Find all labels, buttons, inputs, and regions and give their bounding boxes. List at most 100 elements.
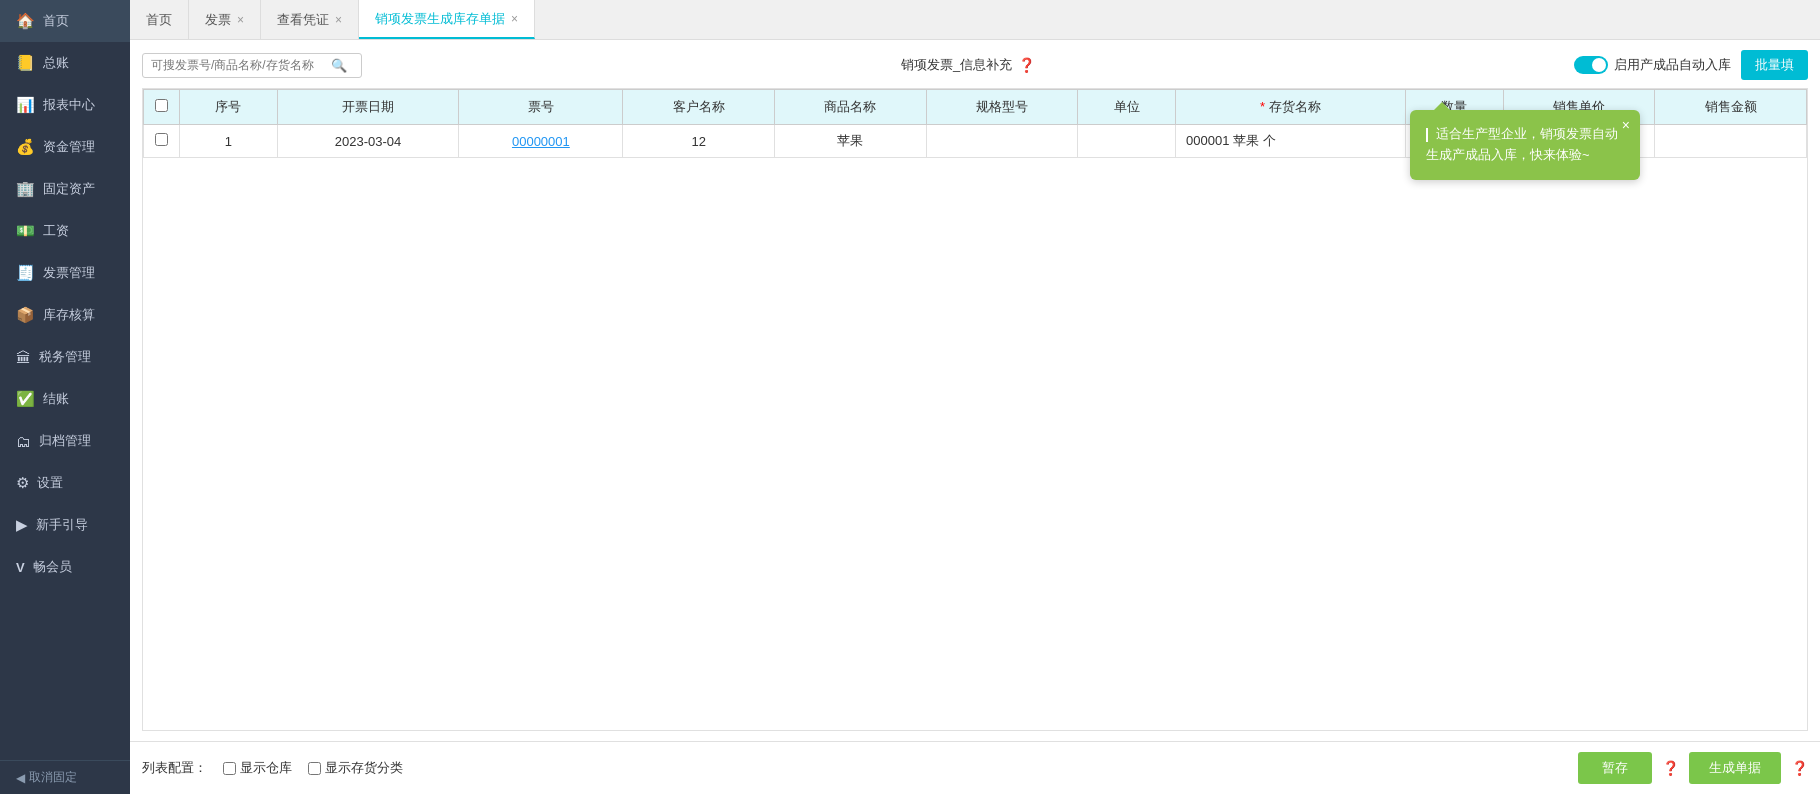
auto-import-toggle[interactable] bbox=[1574, 56, 1608, 74]
tab-home[interactable]: 首页 bbox=[130, 0, 189, 39]
row-unit bbox=[1078, 125, 1176, 158]
generate-help-icon[interactable]: ❓ bbox=[1791, 760, 1808, 776]
sidebar-item-tax[interactable]: 🏛 税务管理 bbox=[0, 336, 130, 378]
toolbar: 🔍 销项发票_信息补充 ❓ 启用产成品自动入库 批量填 bbox=[142, 50, 1808, 80]
select-all-checkbox[interactable] bbox=[155, 99, 168, 112]
sidebar-item-ledger-label: 总账 bbox=[43, 54, 69, 72]
bottom-left: 列表配置： 显示仓库 显示存货分类 bbox=[142, 759, 403, 777]
sidebar-item-member[interactable]: V 畅会员 bbox=[0, 546, 130, 588]
main-content: 首页 发票 × 查看凭证 × 销项发票生成库存单据 × 🔍 销项发票_信息补充 bbox=[130, 0, 1820, 794]
tooltip-popup: 适合生产型企业，销项发票自动生成产成品入库，快来体验~ × bbox=[1410, 110, 1640, 180]
tab-invoice[interactable]: 发票 × bbox=[189, 0, 261, 39]
tooltip-close-button[interactable]: × bbox=[1622, 118, 1630, 132]
row-date: 2023-03-04 bbox=[277, 125, 459, 158]
sidebar-item-ledger[interactable]: 📒 总账 bbox=[0, 42, 130, 84]
toggle-wrap: 启用产成品自动入库 bbox=[1574, 56, 1731, 74]
sidebar-item-settings[interactable]: ⚙ 设置 bbox=[0, 462, 130, 504]
funds-icon: 💰 bbox=[16, 138, 35, 156]
show-warehouse-text: 显示仓库 bbox=[240, 759, 292, 777]
guide-icon: ▶ bbox=[16, 516, 28, 534]
bottom-bar: 列表配置： 显示仓库 显示存货分类 暂存 ❓ 生成单据 ❓ bbox=[130, 741, 1820, 794]
sidebar-item-assets[interactable]: 🏢 固定资产 bbox=[0, 168, 130, 210]
tooltip-text: 适合生产型企业，销项发票自动生成产成品入库，快来体验~ bbox=[1426, 126, 1618, 162]
config-label: 列表配置： bbox=[142, 759, 207, 777]
row-amount bbox=[1655, 125, 1807, 158]
home-icon: 🏠 bbox=[16, 12, 35, 30]
row-spec bbox=[926, 125, 1078, 158]
sidebar-item-guide-label: 新手引导 bbox=[36, 516, 88, 534]
sidebar-item-tax-label: 税务管理 bbox=[39, 348, 91, 366]
info-help-icon[interactable]: ❓ bbox=[1018, 57, 1035, 73]
sidebar-item-invoice-mgmt[interactable]: 🧾 发票管理 bbox=[0, 252, 130, 294]
sidebar-item-member-label: 畅会员 bbox=[33, 558, 72, 576]
row-goods: 苹果 bbox=[774, 125, 926, 158]
data-table-wrap: 序号 开票日期 票号 客户名称 商品名称 规格型号 单位 存货名称 数量 销售单… bbox=[142, 88, 1808, 731]
batch-fill-button[interactable]: 批量填 bbox=[1741, 50, 1808, 80]
th-date: 开票日期 bbox=[277, 90, 459, 125]
sidebar-item-home-label: 首页 bbox=[43, 12, 69, 30]
search-input[interactable] bbox=[151, 58, 331, 72]
bottom-right: 暂存 ❓ 生成单据 ❓ bbox=[1578, 752, 1808, 784]
row-stock-name[interactable]: 000001 苹果 个 bbox=[1176, 125, 1406, 158]
sidebar-item-archive[interactable]: 🗂 归档管理 bbox=[0, 420, 130, 462]
sidebar-item-guide[interactable]: ▶ 新手引导 bbox=[0, 504, 130, 546]
toolbar-left: 🔍 bbox=[142, 53, 362, 78]
show-warehouse-label[interactable]: 显示仓库 bbox=[223, 759, 292, 777]
tab-stock-form[interactable]: 销项发票生成库存单据 × bbox=[359, 0, 535, 39]
cancel-fixed-label: 取消固定 bbox=[29, 769, 77, 786]
tab-invoice-label: 发票 bbox=[205, 11, 231, 29]
save-help-icon[interactable]: ❓ bbox=[1662, 760, 1679, 776]
sidebar-item-payroll[interactable]: 💵 工资 bbox=[0, 210, 130, 252]
tab-home-label: 首页 bbox=[146, 11, 172, 29]
tab-stock-form-close[interactable]: × bbox=[511, 12, 518, 26]
th-stock-name: 存货名称 bbox=[1176, 90, 1406, 125]
member-icon: V bbox=[16, 560, 25, 575]
sidebar-item-funds-label: 资金管理 bbox=[43, 138, 95, 156]
tax-icon: 🏛 bbox=[16, 349, 31, 366]
sidebar-item-home[interactable]: 🏠 首页 bbox=[0, 0, 130, 42]
sidebar-item-reports-label: 报表中心 bbox=[43, 96, 95, 114]
reports-icon: 📊 bbox=[16, 96, 35, 114]
generate-button[interactable]: 生成单据 bbox=[1689, 752, 1781, 784]
th-checkbox bbox=[144, 90, 180, 125]
sidebar-item-funds[interactable]: 💰 资金管理 bbox=[0, 126, 130, 168]
tab-voucher-label: 查看凭证 bbox=[277, 11, 329, 29]
show-category-checkbox[interactable] bbox=[308, 762, 321, 775]
row-checkbox-cell bbox=[144, 125, 180, 158]
show-category-label[interactable]: 显示存货分类 bbox=[308, 759, 403, 777]
sidebar-item-inventory-label: 库存核算 bbox=[43, 306, 95, 324]
cancel-fixed-button[interactable]: ◀ 取消固定 bbox=[0, 760, 130, 794]
th-seq: 序号 bbox=[180, 90, 278, 125]
sidebar-item-settlement[interactable]: ✅ 结账 bbox=[0, 378, 130, 420]
sidebar-item-assets-label: 固定资产 bbox=[43, 180, 95, 198]
sidebar: 🏠 首页 📒 总账 📊 报表中心 💰 资金管理 🏢 固定资产 💵 工资 🧾 发票… bbox=[0, 0, 130, 794]
tab-invoice-close[interactable]: × bbox=[237, 13, 244, 27]
toggle-label: 启用产成品自动入库 bbox=[1614, 56, 1731, 74]
sidebar-item-reports[interactable]: 📊 报表中心 bbox=[0, 84, 130, 126]
invoice-mgmt-icon: 🧾 bbox=[16, 264, 35, 282]
row-checkbox[interactable] bbox=[155, 133, 168, 146]
sidebar-item-payroll-label: 工资 bbox=[43, 222, 69, 240]
row-number[interactable]: 00000001 bbox=[459, 125, 623, 158]
ledger-icon: 📒 bbox=[16, 54, 35, 72]
settlement-icon: ✅ bbox=[16, 390, 35, 408]
save-button[interactable]: 暂存 bbox=[1578, 752, 1652, 784]
payroll-icon: 💵 bbox=[16, 222, 35, 240]
sidebar-item-inventory[interactable]: 📦 库存核算 bbox=[0, 294, 130, 336]
th-customer: 客户名称 bbox=[623, 90, 775, 125]
toolbar-right: 启用产成品自动入库 批量填 bbox=[1574, 50, 1808, 80]
tab-voucher-close[interactable]: × bbox=[335, 13, 342, 27]
th-amount: 销售金额 bbox=[1655, 90, 1807, 125]
show-category-text: 显示存货分类 bbox=[325, 759, 403, 777]
search-box[interactable]: 🔍 bbox=[142, 53, 362, 78]
unpin-icon: ◀ bbox=[16, 771, 25, 785]
tab-voucher[interactable]: 查看凭证 × bbox=[261, 0, 359, 39]
inventory-icon: 📦 bbox=[16, 306, 35, 324]
show-warehouse-checkbox[interactable] bbox=[223, 762, 236, 775]
th-goods: 商品名称 bbox=[774, 90, 926, 125]
row-seq: 1 bbox=[180, 125, 278, 158]
row-customer: 12 bbox=[623, 125, 775, 158]
info-label: 销项发票_信息补充 bbox=[901, 56, 1012, 74]
search-icon[interactable]: 🔍 bbox=[331, 58, 347, 73]
th-spec: 规格型号 bbox=[926, 90, 1078, 125]
